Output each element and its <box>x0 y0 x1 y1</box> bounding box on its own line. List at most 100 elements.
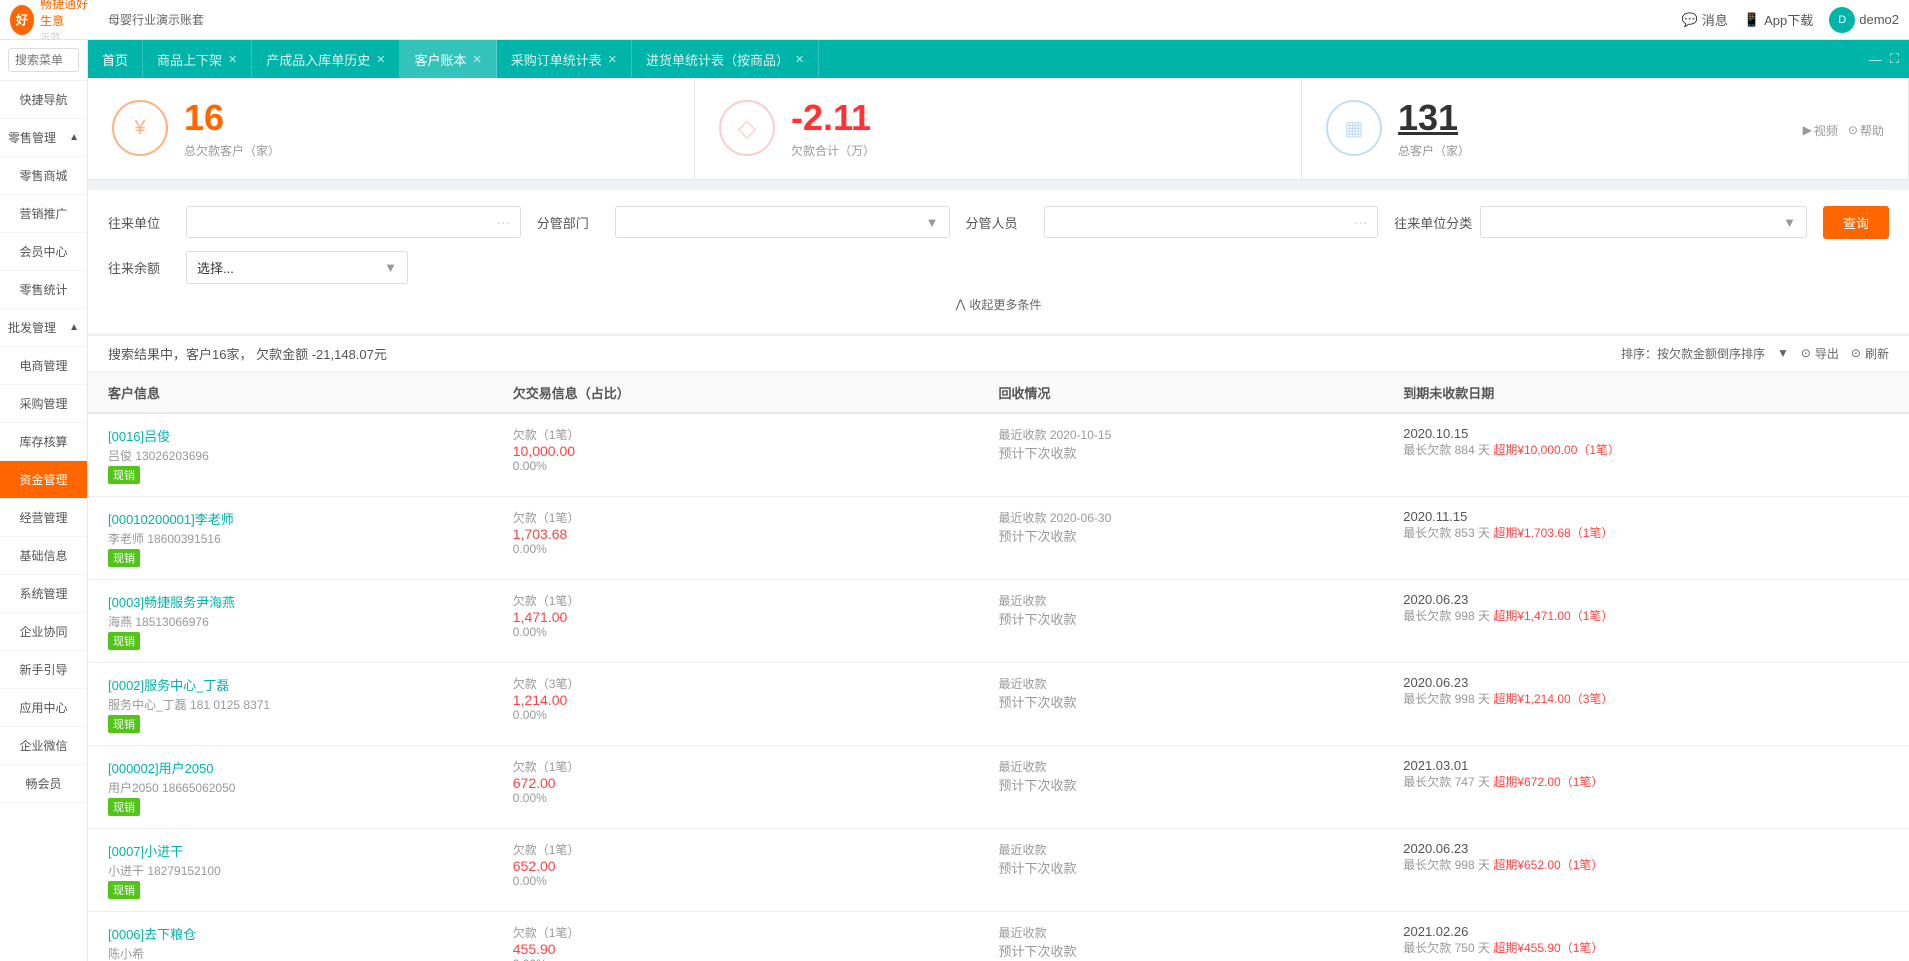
tab-customer-account[interactable]: 客户账本 ✕ <box>400 40 496 78</box>
tab-action-minimize[interactable]: — <box>1869 52 1882 67</box>
stats-section: ¥ 16 总欠款客户（家） ◇ -2.11 欠款合计（万） <box>88 78 1909 180</box>
return-col: 最近收款 预计下次收款 <box>999 841 1404 877</box>
tab-close-product-shelf[interactable]: ✕ <box>228 53 237 66</box>
debt-col: 欠款（3笔） 1,214.00 0.00% <box>513 675 999 722</box>
customer-name-link[interactable]: [00010200001]李老师 <box>108 512 234 527</box>
overdue-amount-link[interactable]: 超期¥10,000.00（1笔） <box>1493 443 1620 457</box>
table-container: 客户信息 欠交易信息（占比） 回收情况 到期未收款日期 [0016]吕俊 吕俊 … <box>88 373 1909 961</box>
logo: 好 畅捷通好生意 示范 <box>10 0 98 44</box>
tab-action-maximize[interactable]: ⛶ <box>1890 51 1899 67</box>
debt-percent: 0.00% <box>513 708 999 722</box>
customer-tag: 现销 <box>108 881 140 899</box>
tab-actions: — ⛶ <box>1859 51 1909 67</box>
dots-icon-from-unit: ··· <box>497 215 510 230</box>
overdue-days: 最长欠款 747 天 超期¥672.00（1笔） <box>1403 773 1889 790</box>
debt-count: 欠款（1笔） <box>513 758 999 775</box>
sidebar-item-retail-mgmt[interactable]: 零售管理 ▲ <box>0 119 87 157</box>
return-col: 最近收款 预计下次收款 <box>999 924 1404 960</box>
collapse-button[interactable]: ⋀ 收起更多条件 <box>946 292 1052 317</box>
user-profile[interactable]: D demo2 <box>1829 7 1899 33</box>
debt-amount: 672.00 <box>513 775 999 791</box>
search-button[interactable]: 查询 <box>1823 206 1889 239</box>
col-header-debt: 欠交易信息（占比） <box>513 383 999 402</box>
customer-name-link[interactable]: [0003]畅捷服务尹海燕 <box>108 595 235 610</box>
customer-contact: 陈小希 <box>108 945 513 961</box>
stat-number-total-debt: -2.11 <box>791 98 875 138</box>
tab-bar: 首页 商品上下架 ✕ 产成品入库单历史 ✕ 客户账本 ✕ 采购订单统计表 ✕ <box>88 40 1909 78</box>
filter-label-dept: 分管部门 <box>537 213 607 232</box>
sidebar-item-system[interactable]: 系统管理 <box>0 575 87 613</box>
tab-close-customer-account[interactable]: ✕ <box>473 53 482 66</box>
customer-name-link[interactable]: [0007]小进干 <box>108 844 183 859</box>
sidebar-item-marketing[interactable]: 营销推广 <box>0 195 87 233</box>
sidebar-item-retail-stats[interactable]: 零售统计 <box>0 271 87 309</box>
sidebar: 快捷导航 零售管理 ▲ 零售商城 营销推广 会员中心 零售统计 批发管理 ▲ 电… <box>0 40 88 961</box>
filter-select-balance[interactable]: 选择... ▼ <box>186 251 408 284</box>
tab-close-purchase-order[interactable]: ✕ <box>608 53 617 66</box>
chevron-down-icon-2: ▲ <box>69 322 79 333</box>
customer-contact: 吕俊 13026203696 <box>108 447 513 464</box>
tab-purchase-stats[interactable]: 进货单统计表（按商品） ✕ <box>632 40 819 78</box>
result-bar: 搜索结果中，客户16家， 欠款金额 -21,148.07元 排序：按欠款金额倒序… <box>88 335 1909 371</box>
customer-name-link[interactable]: [0002]服务中心_丁磊 <box>108 678 229 693</box>
customer-name-link[interactable]: [0006]去下粮仓 <box>108 927 196 942</box>
filter-input-manager[interactable]: ··· <box>1044 206 1379 238</box>
result-info: 搜索结果中，客户16家， 欠款金额 -21,148.07元 <box>108 344 387 363</box>
sidebar-item-quick-nav[interactable]: 快捷导航 <box>0 81 87 119</box>
diamond-icon: ◇ <box>719 100 775 156</box>
tab-close-product-history[interactable]: ✕ <box>376 53 385 66</box>
sidebar-item-operation[interactable]: 经营管理 <box>0 499 87 537</box>
filter-input-from-unit[interactable]: ··· <box>186 206 521 238</box>
sidebar-item-weixin[interactable]: 企业微信 <box>0 727 87 765</box>
app-download-action[interactable]: 📱 App下载 <box>1744 10 1813 29</box>
tab-product-shelf[interactable]: 商品上下架 ✕ <box>143 40 252 78</box>
tab-home[interactable]: 首页 <box>88 40 143 78</box>
overdue-amount-link[interactable]: 超期¥1,703.68（1笔） <box>1493 526 1613 540</box>
tab-purchase-order[interactable]: 采购订单统计表 ✕ <box>497 40 632 78</box>
sidebar-item-member[interactable]: 会员中心 <box>0 233 87 271</box>
sidebar-item-member2[interactable]: 畅会员 <box>0 765 87 803</box>
sidebar-item-enterprise[interactable]: 企业协同 <box>0 613 87 651</box>
overdue-amount-link[interactable]: 超期¥652.00（1笔） <box>1493 858 1603 872</box>
overdue-amount-link[interactable]: 超期¥455.90（1笔） <box>1493 941 1603 955</box>
refresh-action[interactable]: ⊙ 刷新 <box>1851 345 1889 362</box>
sidebar-search-container <box>0 40 87 81</box>
filter-select-unit-category[interactable]: ▼ <box>1480 206 1807 238</box>
overdue-amount-link[interactable]: 超期¥672.00（1笔） <box>1493 775 1603 789</box>
sidebar-item-retail-mall[interactable]: 零售商城 <box>0 157 87 195</box>
sidebar-item-purchase[interactable]: 采购管理 <box>0 385 87 423</box>
sidebar-item-guide[interactable]: 新手引导 <box>0 651 87 689</box>
sidebar-item-basic-info[interactable]: 基础信息 <box>0 537 87 575</box>
overdue-days: 最长欠款 750 天 超期¥455.90（1笔） <box>1403 939 1889 956</box>
debt-count: 欠款（3笔） <box>513 675 999 692</box>
date-col: 2020.06.23 最长欠款 998 天 超期¥1,471.00（1笔） <box>1403 592 1889 624</box>
filter-select-dept[interactable]: ▼ <box>615 206 950 238</box>
sidebar-item-inventory[interactable]: 库存核算 <box>0 423 87 461</box>
overdue-amount-link[interactable]: 超期¥1,214.00（3笔） <box>1493 692 1613 706</box>
sidebar-item-finance[interactable]: 资金管理 <box>0 461 87 499</box>
customer-name-link[interactable]: [000002]用户2050 <box>108 761 214 776</box>
customer-name-link[interactable]: [0016]吕俊 <box>108 429 170 444</box>
sidebar-item-batch-mgmt[interactable]: 批发管理 ▲ <box>0 309 87 347</box>
table-row: [0016]吕俊 吕俊 13026203696 现销 欠款（1笔） 10,000… <box>88 414 1909 497</box>
tab-product-history[interactable]: 产成品入库单历史 ✕ <box>252 40 400 78</box>
return-col: 最近收款 预计下次收款 <box>999 675 1404 711</box>
filter-item-from-unit: 往来单位 ··· <box>108 206 521 238</box>
tab-close-purchase-stats[interactable]: ✕ <box>795 53 804 66</box>
sidebar-item-apps[interactable]: 应用中心 <box>0 689 87 727</box>
help-action[interactable]: ⊙ 帮助 <box>1848 122 1884 139</box>
export-action[interactable]: ⊙ 导出 <box>1801 345 1839 362</box>
filter-label-manager: 分管人员 <box>966 213 1036 232</box>
currency-icon: ¥ <box>112 100 168 156</box>
message-action[interactable]: 💬 消息 <box>1682 10 1728 29</box>
stat-card-actions: ▶ 视频 ⊙ 帮助 <box>1803 118 1884 139</box>
overdue-amount-link[interactable]: 超期¥1,471.00（1笔） <box>1493 609 1613 623</box>
customer-info-col: [0007]小进干 小进干 18279152100 现销 <box>108 841 513 899</box>
help-icon: ⊙ <box>1848 123 1858 137</box>
video-action[interactable]: ▶ 视频 <box>1803 122 1838 139</box>
debt-count: 欠款（1笔） <box>513 841 999 858</box>
search-input[interactable] <box>8 48 79 72</box>
next-collect: 预计下次收款 <box>999 609 1404 628</box>
sidebar-item-ecommerce[interactable]: 电商管理 <box>0 347 87 385</box>
customer-contact: 服务中心_丁磊 181 0125 8371 <box>108 696 513 713</box>
